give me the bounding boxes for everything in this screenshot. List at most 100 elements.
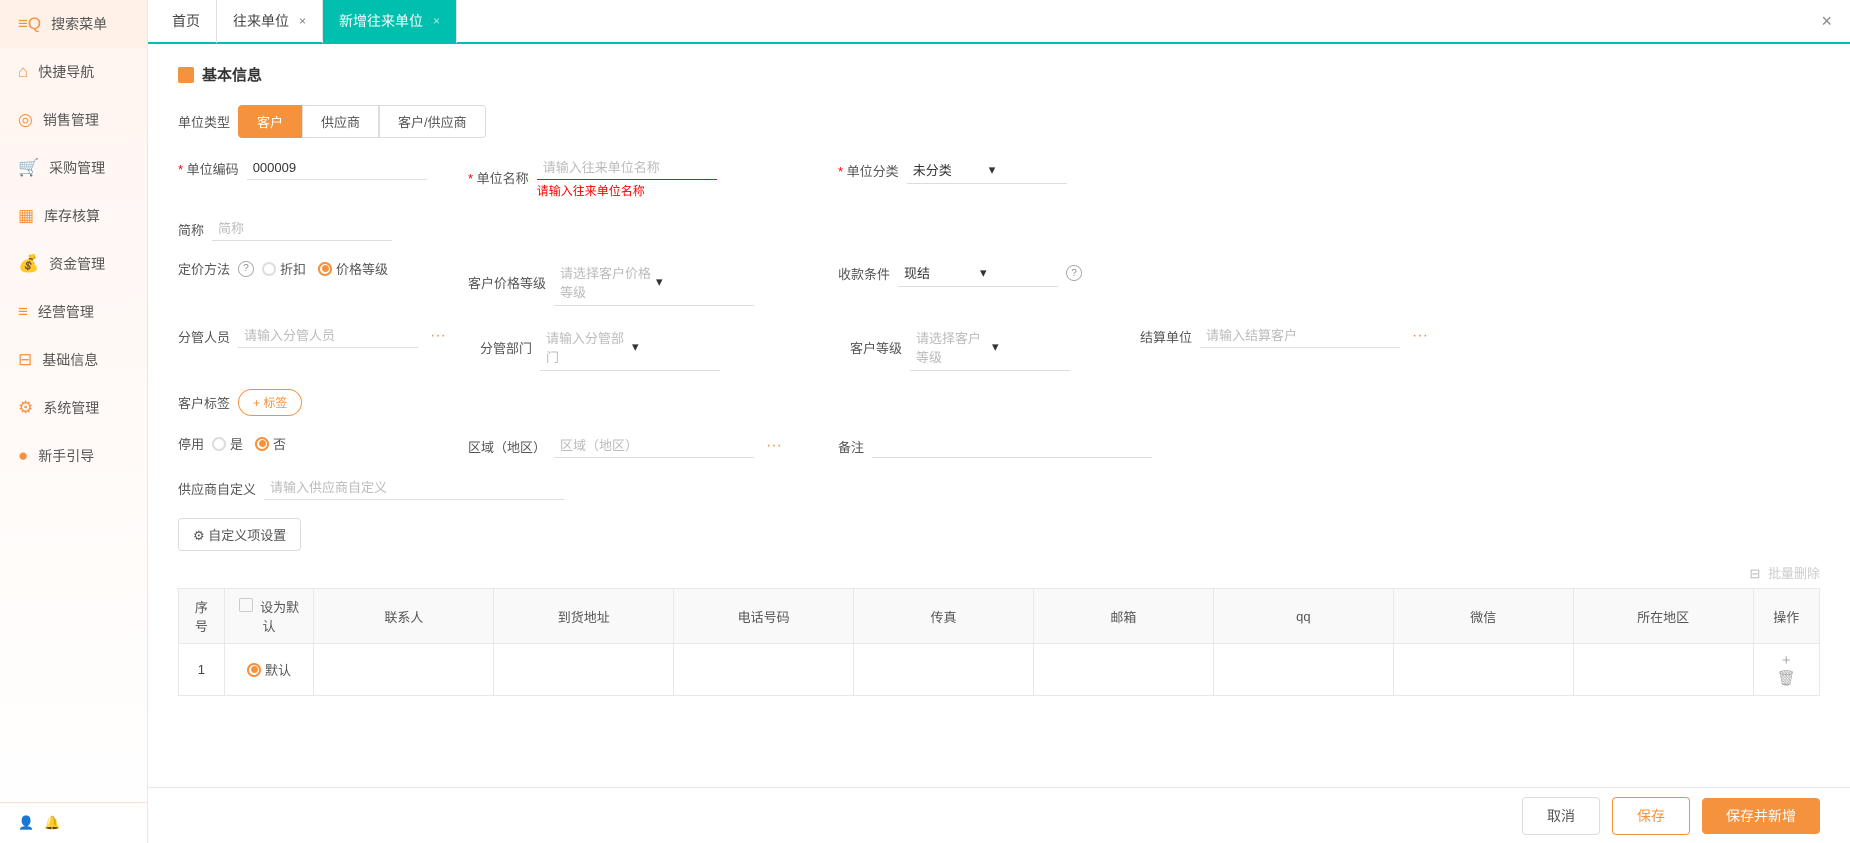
col-contact: 联系人 — [314, 589, 494, 644]
home-icon: ⌂ — [18, 62, 28, 82]
pricing-method-help[interactable]: ? — [238, 261, 254, 277]
customer-level-select[interactable]: 请选择客户等级 ▾ — [910, 324, 1070, 371]
customer-level-placeholder: 请选择客户等级 — [916, 328, 988, 366]
save-button[interactable]: 保存 — [1612, 797, 1690, 835]
pricing-discount-radio[interactable]: 折扣 — [262, 259, 306, 278]
tab-units[interactable]: 往来单位 × — [217, 0, 323, 43]
settlement-label: 结算单位 — [1140, 327, 1192, 346]
tab-new-unit-label: 新增往来单位 — [339, 11, 423, 31]
row-email[interactable] — [1033, 644, 1213, 696]
sidebar-item-inventory[interactable]: ▦ 库存核算 — [0, 192, 147, 240]
manager-more[interactable]: ··· — [426, 327, 450, 345]
row-qq[interactable] — [1213, 644, 1393, 696]
sidebar-item-purchase[interactable]: 🛒 采购管理 — [0, 144, 147, 192]
region-more[interactable]: ··· — [762, 437, 786, 455]
region-label: 区域（地区） — [468, 437, 546, 456]
row-phone-input[interactable] — [684, 662, 843, 677]
row-wechat-input[interactable] — [1404, 662, 1563, 677]
purchase-icon: 🛒 — [18, 158, 39, 178]
unit-type-customer[interactable]: 客户 — [238, 105, 302, 138]
disabled-field: 停用 是 否 — [178, 434, 438, 453]
sidebar-item-basic-info[interactable]: ⊟ 基础信息 — [0, 336, 147, 384]
tab-units-close[interactable]: × — [299, 14, 306, 28]
row-fax[interactable] — [854, 644, 1034, 696]
close-all-tabs[interactable]: × — [1811, 11, 1842, 32]
row-region-input[interactable] — [1584, 662, 1743, 677]
tab-new-unit[interactable]: 新增往来单位 × — [323, 0, 457, 43]
pricing-level-circle — [318, 262, 332, 276]
disabled-no-label: 否 — [273, 434, 286, 453]
sidebar-item-operation[interactable]: ≡ 经营管理 — [0, 288, 147, 336]
bulk-delete-label[interactable]: 批量删除 — [1768, 566, 1820, 581]
row-address-input[interactable] — [504, 662, 663, 677]
pricing-level-radio[interactable]: 价格等级 — [318, 259, 388, 278]
row-delete-icon[interactable]: 🗑 — [1773, 670, 1800, 687]
disabled-yes-circle — [212, 437, 226, 451]
row-default: 默认 — [224, 644, 314, 696]
supplier-custom-input[interactable] — [264, 476, 564, 500]
cancel-button[interactable]: 取消 — [1522, 797, 1600, 835]
row-add-icon[interactable]: + — [1778, 652, 1795, 669]
payment-terms-select[interactable]: 现结 ▾ — [898, 259, 1058, 287]
row-email-input[interactable] — [1044, 662, 1203, 677]
row-contact[interactable] — [314, 644, 494, 696]
short-name-label: 简称 — [178, 220, 204, 239]
sidebar-item-search[interactable]: ≡Q 搜索菜单 — [0, 0, 147, 48]
supplier-custom-row: 供应商自定义 — [178, 476, 1820, 500]
settlement-input[interactable] — [1200, 324, 1400, 348]
payment-terms-help[interactable]: ? — [1066, 265, 1082, 281]
sidebar-item-label: 新手引导 — [38, 446, 94, 466]
unit-category-label: 单位分类 — [838, 161, 899, 180]
pricing-level-label: 价格等级 — [336, 259, 388, 278]
tab-home[interactable]: 首页 — [156, 0, 217, 43]
system-icon: ⚙ — [18, 398, 33, 418]
unit-name-wrap: 请输入往来单位名称 — [537, 156, 717, 199]
row-wechat[interactable] — [1393, 644, 1573, 696]
row-region[interactable] — [1573, 644, 1753, 696]
row-address[interactable] — [494, 644, 674, 696]
sidebar-item-finance[interactable]: 💰 资金管理 — [0, 240, 147, 288]
manager-row: 分管人员 ··· 分管部门 请输入分管部门 ▾ 客户等级 请选择客户等级 ▾ 结… — [178, 324, 1820, 371]
row-qq-input[interactable] — [1224, 662, 1383, 677]
select-all-checkbox[interactable] — [239, 598, 253, 612]
customer-price-placeholder: 请选择客户价格等级 — [560, 263, 652, 301]
unit-name-input[interactable] — [537, 156, 717, 180]
region-input[interactable] — [554, 434, 754, 458]
operation-icon: ≡ — [18, 302, 28, 322]
manager-input[interactable] — [238, 324, 418, 348]
disabled-no-circle — [255, 437, 269, 451]
sidebar-item-sales[interactable]: ◎ 销售管理 — [0, 96, 147, 144]
tab-new-unit-close[interactable]: × — [433, 14, 440, 28]
region-field: 区域（地区） ··· — [468, 434, 808, 458]
short-name-input[interactable] — [212, 217, 392, 241]
disabled-no-radio[interactable]: 否 — [255, 434, 286, 453]
sidebar-item-system[interactable]: ⚙ 系统管理 — [0, 384, 147, 432]
manager-label: 分管人员 — [178, 327, 230, 346]
unit-type-supplier[interactable]: 供应商 — [302, 105, 379, 138]
remarks-input[interactable] — [872, 434, 1152, 458]
save-and-new-button[interactable]: 保存并新增 — [1702, 798, 1820, 834]
unit-code-input[interactable] — [247, 156, 427, 180]
sidebar-item-guide[interactable]: ● 新手引导 — [0, 432, 147, 480]
row-default-radio[interactable]: 默认 — [235, 660, 304, 679]
search-menu-icon: ≡Q — [18, 14, 41, 34]
sidebar-item-quicknav[interactable]: ⌂ 快捷导航 — [0, 48, 147, 96]
col-fax: 传真 — [854, 589, 1034, 644]
pricing-method-label: 定价方法 — [178, 259, 230, 278]
disabled-yes-radio[interactable]: 是 — [212, 434, 243, 453]
row-fax-input[interactable] — [864, 662, 1023, 677]
row-phone[interactable] — [674, 644, 854, 696]
unit-category-select[interactable]: 未分类 ▾ — [907, 156, 1067, 184]
row-contact-input[interactable] — [324, 662, 483, 677]
add-tag-button[interactable]: + 标签 — [238, 389, 302, 416]
custom-settings-button[interactable]: ⚙ 自定义项设置 — [178, 518, 301, 551]
department-select[interactable]: 请输入分管部门 ▾ — [540, 324, 720, 371]
customer-price-select[interactable]: 请选择客户价格等级 ▾ — [554, 259, 754, 306]
customer-level-chevron: ▾ — [992, 339, 1064, 355]
tags-row: 客户标签 + 标签 — [178, 389, 1820, 416]
sidebar-item-label: 基础信息 — [42, 350, 98, 370]
department-field: 分管部门 请输入分管部门 ▾ — [480, 324, 820, 371]
settlement-more[interactable]: ··· — [1408, 327, 1432, 345]
disabled-label: 停用 — [178, 434, 204, 453]
unit-type-both[interactable]: 客户/供应商 — [379, 105, 486, 138]
